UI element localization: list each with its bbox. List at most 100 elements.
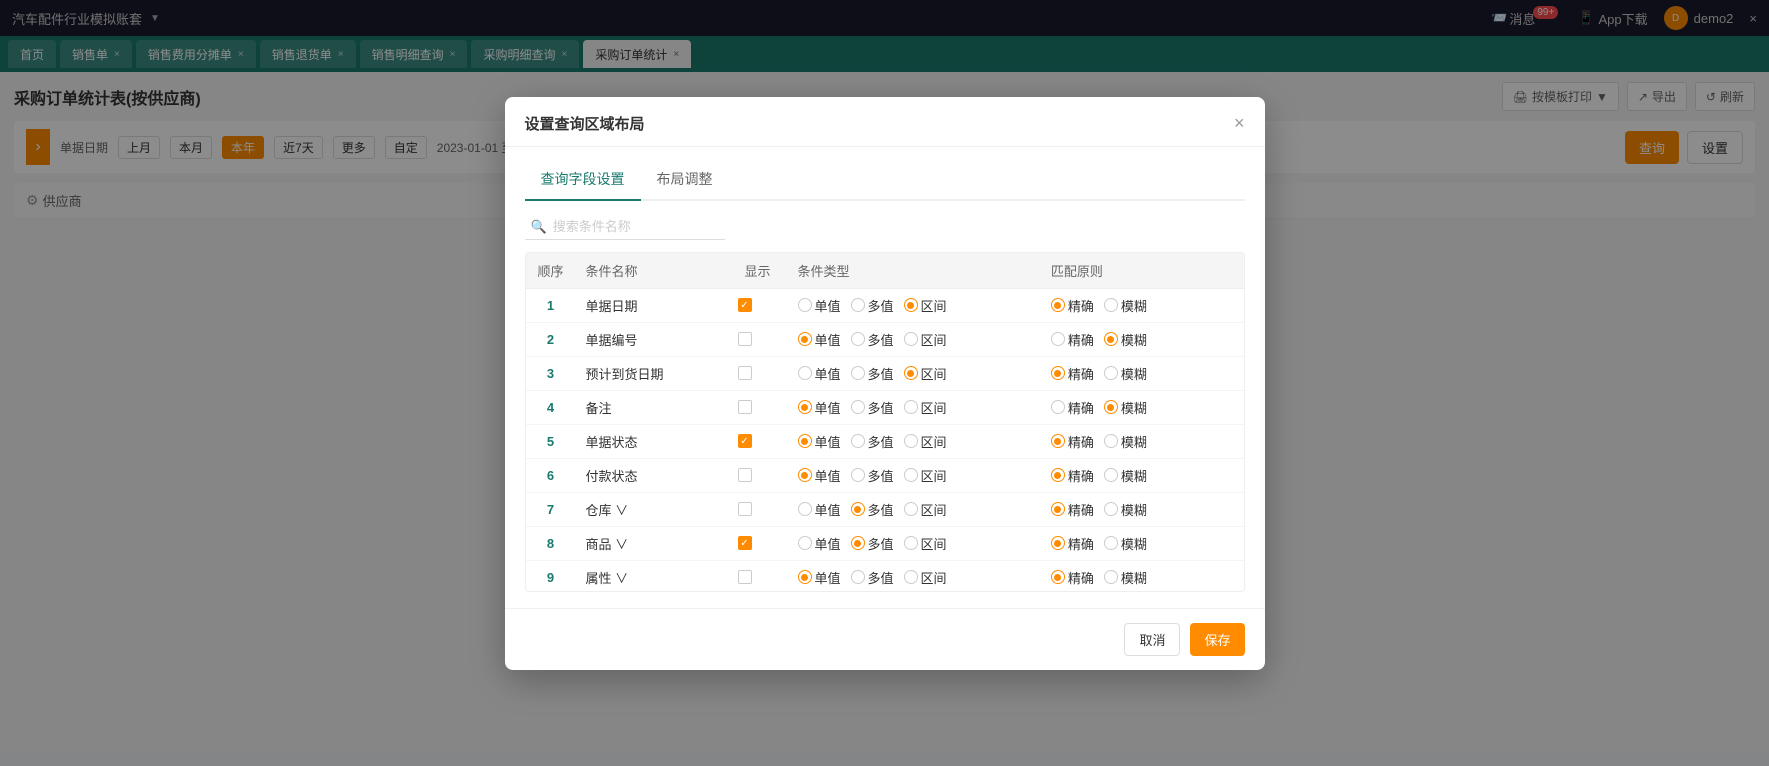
radio-circle (798, 332, 812, 346)
radio-circle (1104, 502, 1118, 516)
radio-match-精确[interactable]: 精确 (1051, 466, 1094, 485)
checkbox-display[interactable] (738, 400, 752, 414)
radio-circle (851, 468, 865, 482)
conditions-table-container: 顺序 条件名称 显示 条件类型 匹配原则 1单据日期✓单值多值区间精确模糊2单据… (525, 252, 1245, 592)
radio-type-多值[interactable]: 多值 (851, 568, 894, 587)
row-display-checkbox[interactable] (728, 390, 788, 424)
row-type-options: 单值多值区间 (788, 526, 1041, 560)
dialog-close-button[interactable]: × (1234, 114, 1245, 132)
tab-layout-adjust[interactable]: 布局调整 (641, 163, 729, 201)
radio-circle (1104, 434, 1118, 448)
radio-type-多值[interactable]: 多值 (851, 432, 894, 451)
radio-circle (798, 434, 812, 448)
row-display-checkbox[interactable] (728, 560, 788, 592)
dialog-tabs: 查询字段设置 布局调整 (525, 163, 1245, 201)
radio-circle (1104, 468, 1118, 482)
radio-type-单值[interactable]: 单值 (798, 500, 841, 519)
radio-type-单值[interactable]: 单值 (798, 568, 841, 587)
radio-match-精确[interactable]: 精确 (1051, 398, 1094, 417)
row-display-checkbox[interactable] (728, 322, 788, 356)
radio-type-区间[interactable]: 区间 (904, 432, 947, 451)
radio-type-单值[interactable]: 单值 (798, 432, 841, 451)
radio-type-单值[interactable]: 单值 (798, 466, 841, 485)
radio-type-区间[interactable]: 区间 (904, 500, 947, 519)
radio-circle (1104, 536, 1118, 550)
radio-type-单值[interactable]: 单值 (798, 398, 841, 417)
radio-type-单值[interactable]: 单值 (798, 296, 841, 315)
radio-match-精确[interactable]: 精确 (1051, 330, 1094, 349)
radio-circle (1051, 400, 1065, 414)
row-condition-name: 属性 ∨ (576, 560, 728, 592)
radio-match-模糊[interactable]: 模糊 (1104, 466, 1147, 485)
radio-match-模糊[interactable]: 模糊 (1104, 296, 1147, 315)
radio-circle (798, 536, 812, 550)
radio-type-区间[interactable]: 区间 (904, 534, 947, 553)
radio-match-模糊[interactable]: 模糊 (1104, 364, 1147, 383)
radio-type-多值[interactable]: 多值 (851, 534, 894, 553)
radio-type-多值[interactable]: 多值 (851, 330, 894, 349)
dialog-body: 查询字段设置 布局调整 🔍 顺序 条件名称 显示 (505, 147, 1265, 608)
radio-type-区间[interactable]: 区间 (904, 364, 947, 383)
radio-circle (1051, 298, 1065, 312)
radio-match-模糊[interactable]: 模糊 (1104, 534, 1147, 553)
checkbox-display[interactable]: ✓ (738, 298, 752, 312)
radio-type-多值[interactable]: 多值 (851, 500, 894, 519)
radio-match-精确[interactable]: 精确 (1051, 364, 1094, 383)
checkbox-display[interactable]: ✓ (738, 536, 752, 550)
radio-type-区间[interactable]: 区间 (904, 466, 947, 485)
radio-match-精确[interactable]: 精确 (1051, 500, 1094, 519)
checkbox-display[interactable] (738, 366, 752, 380)
row-match-options: 精确模糊 (1041, 526, 1244, 560)
radio-type-多值[interactable]: 多值 (851, 364, 894, 383)
radio-type-单值[interactable]: 单值 (798, 330, 841, 349)
search-input[interactable] (553, 219, 719, 234)
radio-type-单值[interactable]: 单值 (798, 534, 841, 553)
row-display-checkbox[interactable] (728, 356, 788, 390)
row-order: 4 (526, 390, 576, 424)
radio-type-多值[interactable]: 多值 (851, 398, 894, 417)
tab-query-fields[interactable]: 查询字段设置 (525, 163, 641, 201)
table-row: 3预计到货日期单值多值区间精确模糊 (526, 356, 1244, 390)
row-display-checkbox[interactable] (728, 458, 788, 492)
checkbox-display[interactable]: ✓ (738, 434, 752, 448)
row-match-options: 精确模糊 (1041, 492, 1244, 526)
row-order: 8 (526, 526, 576, 560)
radio-type-多值[interactable]: 多值 (851, 296, 894, 315)
col-type-header: 条件类型 (788, 253, 1041, 289)
radio-type-区间[interactable]: 区间 (904, 296, 947, 315)
row-display-checkbox[interactable]: ✓ (728, 526, 788, 560)
radio-match-模糊[interactable]: 模糊 (1104, 432, 1147, 451)
radio-type-多值[interactable]: 多值 (851, 466, 894, 485)
radio-type-区间[interactable]: 区间 (904, 568, 947, 587)
checkbox-display[interactable] (738, 502, 752, 516)
checkbox-display[interactable] (738, 332, 752, 346)
checkbox-display[interactable] (738, 570, 752, 584)
row-condition-name: 单据日期 (576, 288, 728, 322)
row-display-checkbox[interactable] (728, 492, 788, 526)
row-display-checkbox[interactable]: ✓ (728, 424, 788, 458)
row-display-checkbox[interactable]: ✓ (728, 288, 788, 322)
save-button[interactable]: 保存 (1190, 623, 1244, 656)
search-bar: 🔍 (525, 215, 725, 240)
checkbox-display[interactable] (738, 468, 752, 482)
radio-match-精确[interactable]: 精确 (1051, 296, 1094, 315)
cancel-button[interactable]: 取消 (1124, 623, 1180, 656)
radio-circle (851, 434, 865, 448)
radio-match-模糊[interactable]: 模糊 (1104, 398, 1147, 417)
row-match-options: 精确模糊 (1041, 390, 1244, 424)
radio-type-区间[interactable]: 区间 (904, 330, 947, 349)
radio-type-区间[interactable]: 区间 (904, 398, 947, 417)
table-row: 8商品 ∨✓单值多值区间精确模糊 (526, 526, 1244, 560)
radio-circle (798, 570, 812, 584)
radio-match-精确[interactable]: 精确 (1051, 432, 1094, 451)
table-row: 9属性 ∨单值多值区间精确模糊 (526, 560, 1244, 592)
radio-circle (1051, 536, 1065, 550)
radio-match-模糊[interactable]: 模糊 (1104, 500, 1147, 519)
radio-type-单值[interactable]: 单值 (798, 364, 841, 383)
radio-match-模糊[interactable]: 模糊 (1104, 568, 1147, 587)
radio-match-模糊[interactable]: 模糊 (1104, 330, 1147, 349)
radio-match-精确[interactable]: 精确 (1051, 568, 1094, 587)
radio-match-精确[interactable]: 精确 (1051, 534, 1094, 553)
row-type-options: 单值多值区间 (788, 288, 1041, 322)
radio-circle (1051, 502, 1065, 516)
